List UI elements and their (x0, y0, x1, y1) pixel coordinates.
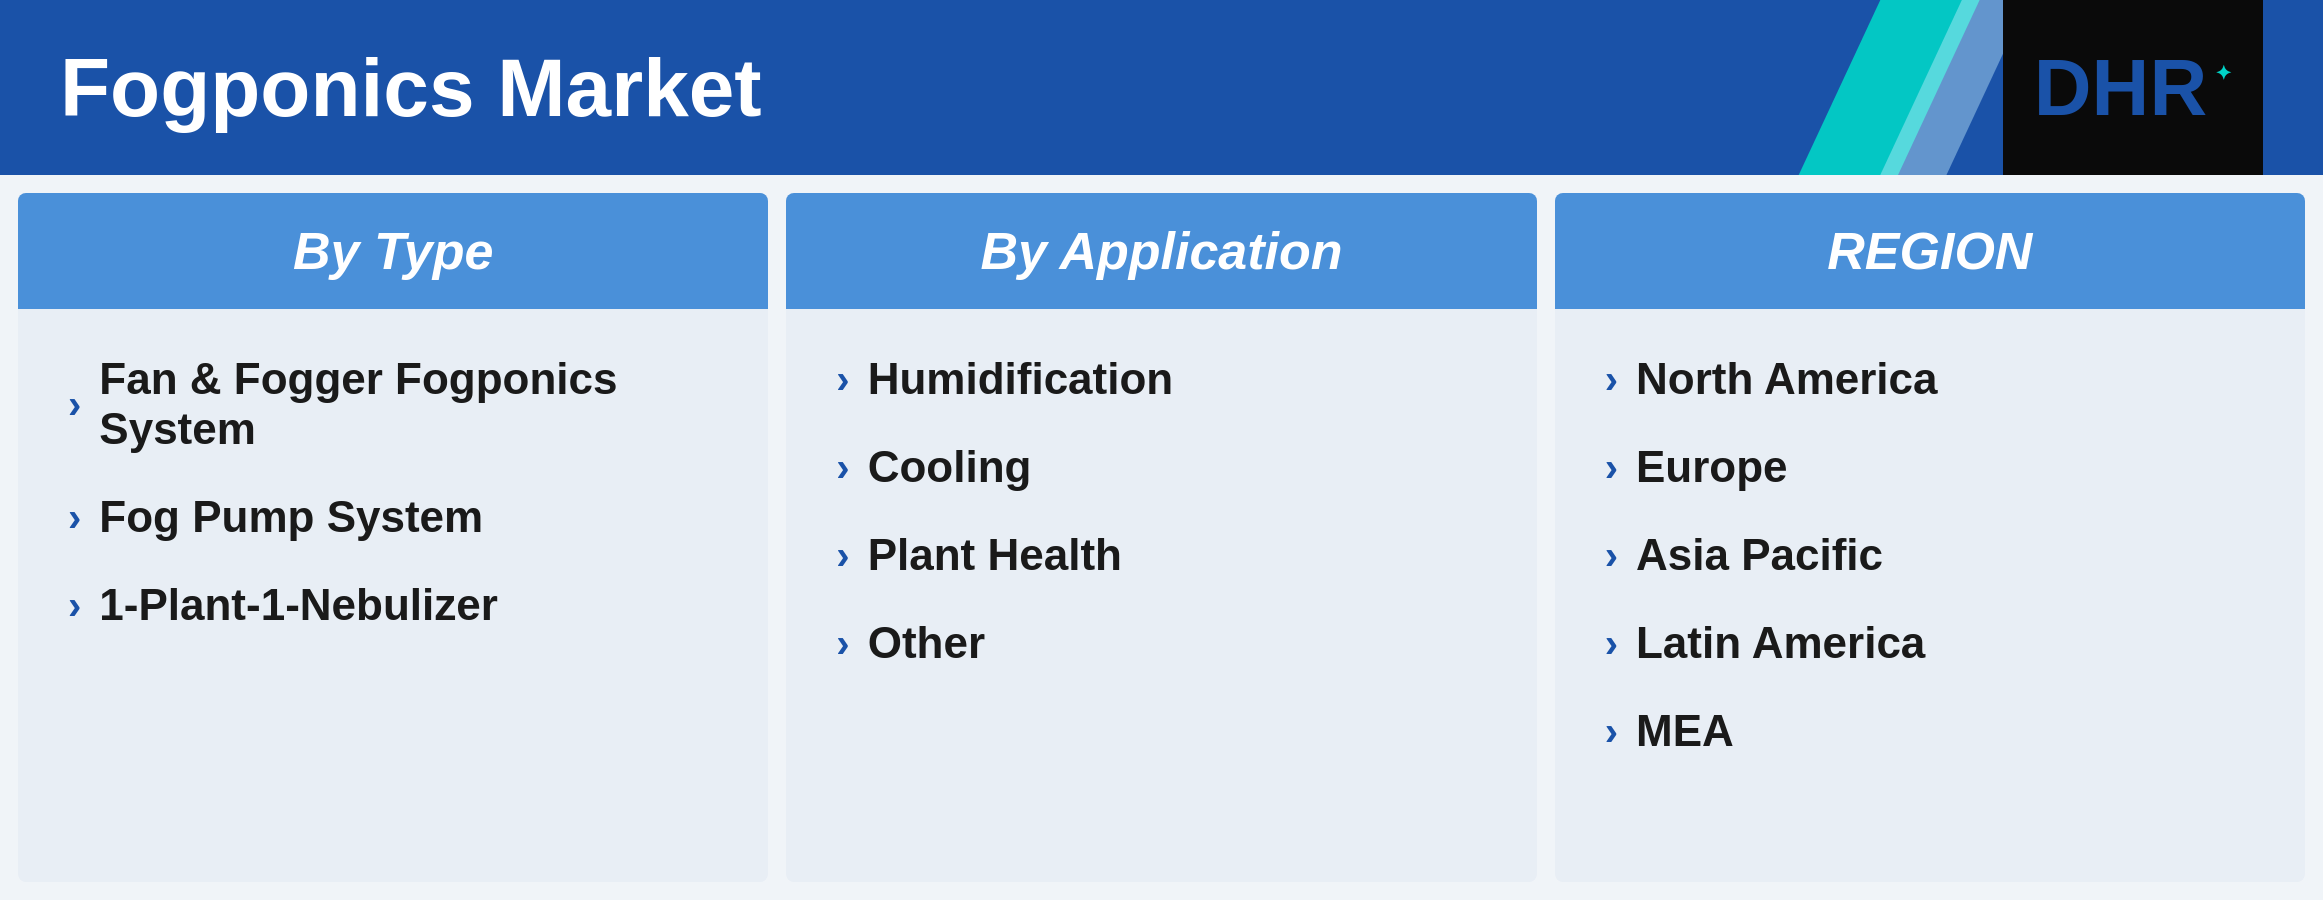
by-application-title: By Application (980, 222, 1342, 280)
page-title: Fogponics Market (60, 41, 762, 135)
item-label: Plant Health (868, 530, 1122, 580)
chevron-icon: › (836, 623, 849, 663)
list-item: › North America (1605, 354, 2255, 404)
header: Fogponics Market D H R ✦ (0, 0, 2323, 175)
logo-h: H (2092, 48, 2146, 128)
list-item: › 1-Plant-1-Nebulizer (68, 580, 718, 630)
chevron-icon: › (1605, 359, 1618, 399)
by-type-body: › Fan & Fogger Fogponics System › Fog Pu… (18, 309, 768, 675)
chevron-icon: › (68, 497, 81, 537)
region-header: REGION (1555, 193, 2305, 309)
item-label: Fog Pump System (99, 492, 483, 542)
column-region: REGION › North America › Europe › Asia P… (1555, 193, 2305, 882)
item-label: Humidification (868, 354, 1174, 404)
list-item: › Plant Health (836, 530, 1486, 580)
item-label: 1-Plant-1-Nebulizer (99, 580, 498, 630)
column-by-type: By Type › Fan & Fogger Fogponics System … (18, 193, 768, 882)
by-type-header: By Type (18, 193, 768, 309)
chevron-icon: › (1605, 535, 1618, 575)
list-item: › Fan & Fogger Fogponics System (68, 354, 718, 454)
region-title: REGION (1827, 222, 2032, 280)
item-label: Cooling (868, 442, 1032, 492)
item-label: Other (868, 618, 985, 668)
main-content: By Type › Fan & Fogger Fogponics System … (0, 175, 2323, 900)
chevron-icon: › (836, 447, 849, 487)
item-label: Latin America (1636, 618, 1925, 668)
list-item: › Asia Pacific (1605, 530, 2255, 580)
chevron-icon: › (836, 359, 849, 399)
item-label: Europe (1636, 442, 1788, 492)
chevron-icon: › (68, 384, 81, 424)
by-application-body: › Humidification › Cooling › Plant Healt… (786, 309, 1536, 713)
column-by-application: By Application › Humidification › Coolin… (786, 193, 1536, 882)
list-item: › Other (836, 618, 1486, 668)
region-body: › North America › Europe › Asia Pacific … (1555, 309, 2305, 801)
chevron-icon: › (1605, 711, 1618, 751)
chevron-icon: › (1605, 623, 1618, 663)
item-label: MEA (1636, 706, 1734, 756)
list-item: › MEA (1605, 706, 2255, 756)
logo-d: D (2034, 48, 2088, 128)
item-label: Asia Pacific (1636, 530, 1883, 580)
by-application-header: By Application (786, 193, 1536, 309)
header-right: D H R ✦ (1563, 0, 2263, 175)
chevron-icon: › (1605, 447, 1618, 487)
list-item: › Humidification (836, 354, 1486, 404)
logo-decoration: ✦ (2215, 63, 2232, 83)
list-item: › Fog Pump System (68, 492, 718, 542)
list-item: › Latin America (1605, 618, 2255, 668)
by-type-title: By Type (293, 222, 493, 280)
chevron-icon: › (68, 585, 81, 625)
item-label: North America (1636, 354, 1938, 404)
list-item: › Europe (1605, 442, 2255, 492)
item-label: Fan & Fogger Fogponics System (99, 354, 718, 454)
logo: D H R ✦ (2034, 48, 2232, 128)
logo-box: D H R ✦ (2003, 0, 2263, 175)
logo-r: R (2149, 48, 2207, 128)
chevron-icon: › (836, 535, 849, 575)
decorative-slashes (1763, 0, 2043, 175)
list-item: › Cooling (836, 442, 1486, 492)
